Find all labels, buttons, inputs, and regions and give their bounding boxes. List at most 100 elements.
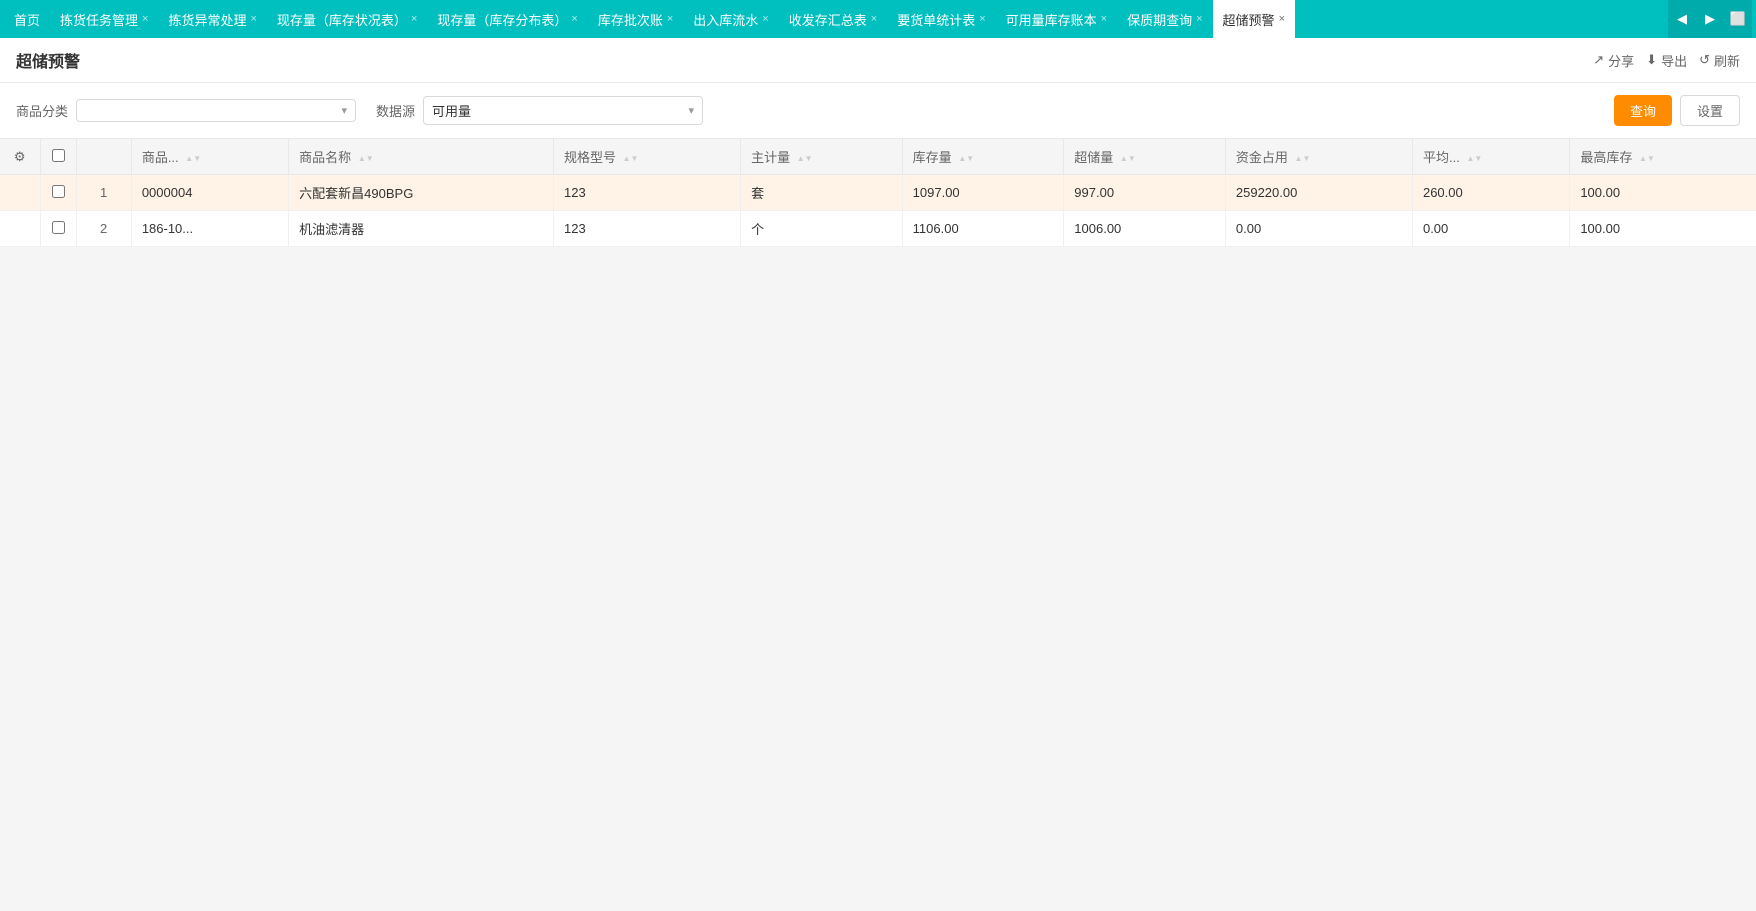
table-row: 2 186-10... 机油滤清器 123 个 1106.00 1006.00 … <box>0 211 1756 247</box>
category-select[interactable]: ▾ <box>76 99 356 122</box>
row-code: 0000004 <box>131 175 288 211</box>
sort-icon: ▲▼ <box>1295 155 1311 163</box>
row-maxstock: 100.00 <box>1570 175 1756 211</box>
datasource-value: 可用量 <box>432 101 471 120</box>
header-actions: ↗ 分享 ⬇ 导出 ↺ 刷新 <box>1593 51 1740 70</box>
th-unit[interactable]: 主计量 ▲▼ <box>741 139 903 175</box>
row-maxstock: 100.00 <box>1570 211 1756 247</box>
datasource-select[interactable]: 可用量 ▾ <box>423 96 703 125</box>
row-avg: 260.00 <box>1412 175 1569 211</box>
row-expand <box>0 211 40 247</box>
sort-icon: ▲▼ <box>1466 155 1482 163</box>
th-name[interactable]: 商品名称 ▲▼ <box>289 139 554 175</box>
nav-inventory-dist[interactable]: 现存量（库存分布表） × <box>427 0 587 38</box>
sort-icon: ▲▼ <box>185 155 201 163</box>
th-stock[interactable]: 库存量 ▲▼ <box>902 139 1064 175</box>
table-container: ⚙ 商品... ▲▼ 商品名称 ▲▼ 规格型号 ▲▼ <box>0 139 1756 247</box>
chevron-down-icon: ▾ <box>689 104 695 117</box>
nav-requisition[interactable]: 要货单统计表 × <box>887 0 995 38</box>
row-name: 机油滤清器 <box>289 211 554 247</box>
query-button[interactable]: 查询 <box>1614 95 1672 126</box>
sort-icon: ▲▼ <box>1639 155 1655 163</box>
row-spec: 123 <box>553 211 740 247</box>
row-checkbox-cell <box>40 211 76 247</box>
close-icon[interactable]: × <box>142 13 148 25</box>
gear-icon: ⚙ <box>14 149 26 164</box>
th-settings[interactable]: ⚙ <box>0 139 40 175</box>
share-icon: ↗ <box>1593 52 1604 68</box>
row-expand <box>0 175 40 211</box>
row-number: 2 <box>76 211 131 247</box>
share-button[interactable]: ↗ 分享 <box>1593 51 1634 70</box>
nav-arrow-left[interactable]: ◀ <box>1668 0 1696 38</box>
th-maxstock[interactable]: 最高库存 ▲▼ <box>1570 139 1756 175</box>
th-capital[interactable]: 资金占用 ▲▼ <box>1225 139 1412 175</box>
settings-button[interactable]: 设置 <box>1680 95 1740 126</box>
th-checkbox <box>40 139 76 175</box>
nav-expiry[interactable]: 保质期查询 × <box>1117 0 1212 38</box>
nav-summary[interactable]: 收发存汇总表 × <box>779 0 887 38</box>
nav-task-mgmt[interactable]: 拣货任务管理 × <box>50 0 158 38</box>
row-overflow: 997.00 <box>1064 175 1226 211</box>
close-icon[interactable]: × <box>250 13 256 25</box>
row-number: 1 <box>76 175 131 211</box>
row-checkbox[interactable] <box>52 221 65 234</box>
close-icon[interactable]: × <box>411 13 417 25</box>
row-stock: 1106.00 <box>902 211 1064 247</box>
data-table: ⚙ 商品... ▲▼ 商品名称 ▲▼ 规格型号 ▲▼ <box>0 139 1756 247</box>
row-checkbox[interactable] <box>52 185 65 198</box>
close-icon[interactable]: × <box>762 13 768 25</box>
sort-icon: ▲▼ <box>958 155 974 163</box>
row-capital: 259220.00 <box>1225 175 1412 211</box>
export-button[interactable]: ⬇ 导出 <box>1646 51 1687 70</box>
top-navigation: 首页 拣货任务管理 × 拣货异常处理 × 现存量（库存状况表） × 现存量（库存… <box>0 0 1756 38</box>
filter-actions: 查询 设置 <box>1614 95 1740 126</box>
select-all-checkbox[interactable] <box>52 149 65 162</box>
close-icon[interactable]: × <box>979 13 985 25</box>
nav-arrows: ◀ ▶ ⬜ <box>1668 0 1752 38</box>
row-name: 六配套新昌490BPG <box>289 175 554 211</box>
th-row-num <box>76 139 131 175</box>
nav-available[interactable]: 可用量库存账本 × <box>996 0 1117 38</box>
nav-flow[interactable]: 出入库流水 × <box>683 0 778 38</box>
nav-inventory-status[interactable]: 现存量（库存状况表） × <box>267 0 427 38</box>
chevron-down-icon: ▾ <box>341 104 347 117</box>
page-title: 超储预警 <box>16 48 80 72</box>
sort-icon: ▲▼ <box>1120 155 1136 163</box>
row-avg: 0.00 <box>1412 211 1569 247</box>
row-code: 186-10... <box>131 211 288 247</box>
page-header: 超储预警 ↗ 分享 ⬇ 导出 ↺ 刷新 <box>0 38 1756 83</box>
table-header-row: ⚙ 商品... ▲▼ 商品名称 ▲▼ 规格型号 ▲▼ <box>0 139 1756 175</box>
close-icon[interactable]: × <box>1196 13 1202 25</box>
row-spec: 123 <box>553 175 740 211</box>
nav-exception[interactable]: 拣货异常处理 × <box>158 0 266 38</box>
row-checkbox-cell <box>40 175 76 211</box>
category-filter-group: 商品分类 ▾ <box>16 99 356 122</box>
refresh-button[interactable]: ↺ 刷新 <box>1699 51 1740 70</box>
close-icon[interactable]: × <box>571 13 577 25</box>
row-unit: 个 <box>741 211 903 247</box>
th-overflow[interactable]: 超储量 ▲▼ <box>1064 139 1226 175</box>
close-icon[interactable]: × <box>1279 13 1285 25</box>
table-body: 1 0000004 六配套新昌490BPG 123 套 1097.00 997.… <box>0 175 1756 247</box>
th-spec[interactable]: 规格型号 ▲▼ <box>553 139 740 175</box>
th-code[interactable]: 商品... ▲▼ <box>131 139 288 175</box>
close-icon[interactable]: × <box>1101 13 1107 25</box>
row-capital: 0.00 <box>1225 211 1412 247</box>
nav-arrow-expand[interactable]: ⬜ <box>1724 0 1752 38</box>
nav-arrow-right[interactable]: ▶ <box>1696 0 1724 38</box>
th-avg[interactable]: 平均... ▲▼ <box>1412 139 1569 175</box>
nav-batch[interactable]: 库存批次账 × <box>588 0 683 38</box>
sort-icon: ▲▼ <box>358 155 374 163</box>
sort-icon: ▲▼ <box>797 155 813 163</box>
row-unit: 套 <box>741 175 903 211</box>
close-icon[interactable]: × <box>871 13 877 25</box>
refresh-icon: ↺ <box>1699 52 1710 68</box>
category-label: 商品分类 <box>16 101 68 120</box>
datasource-label: 数据源 <box>376 101 415 120</box>
close-icon[interactable]: × <box>667 13 673 25</box>
filter-area: 商品分类 ▾ 数据源 可用量 ▾ 查询 设置 <box>0 83 1756 139</box>
nav-home[interactable]: 首页 <box>4 0 50 38</box>
table-row: 1 0000004 六配套新昌490BPG 123 套 1097.00 997.… <box>0 175 1756 211</box>
nav-overstock[interactable]: 超储预警 × <box>1213 0 1295 38</box>
